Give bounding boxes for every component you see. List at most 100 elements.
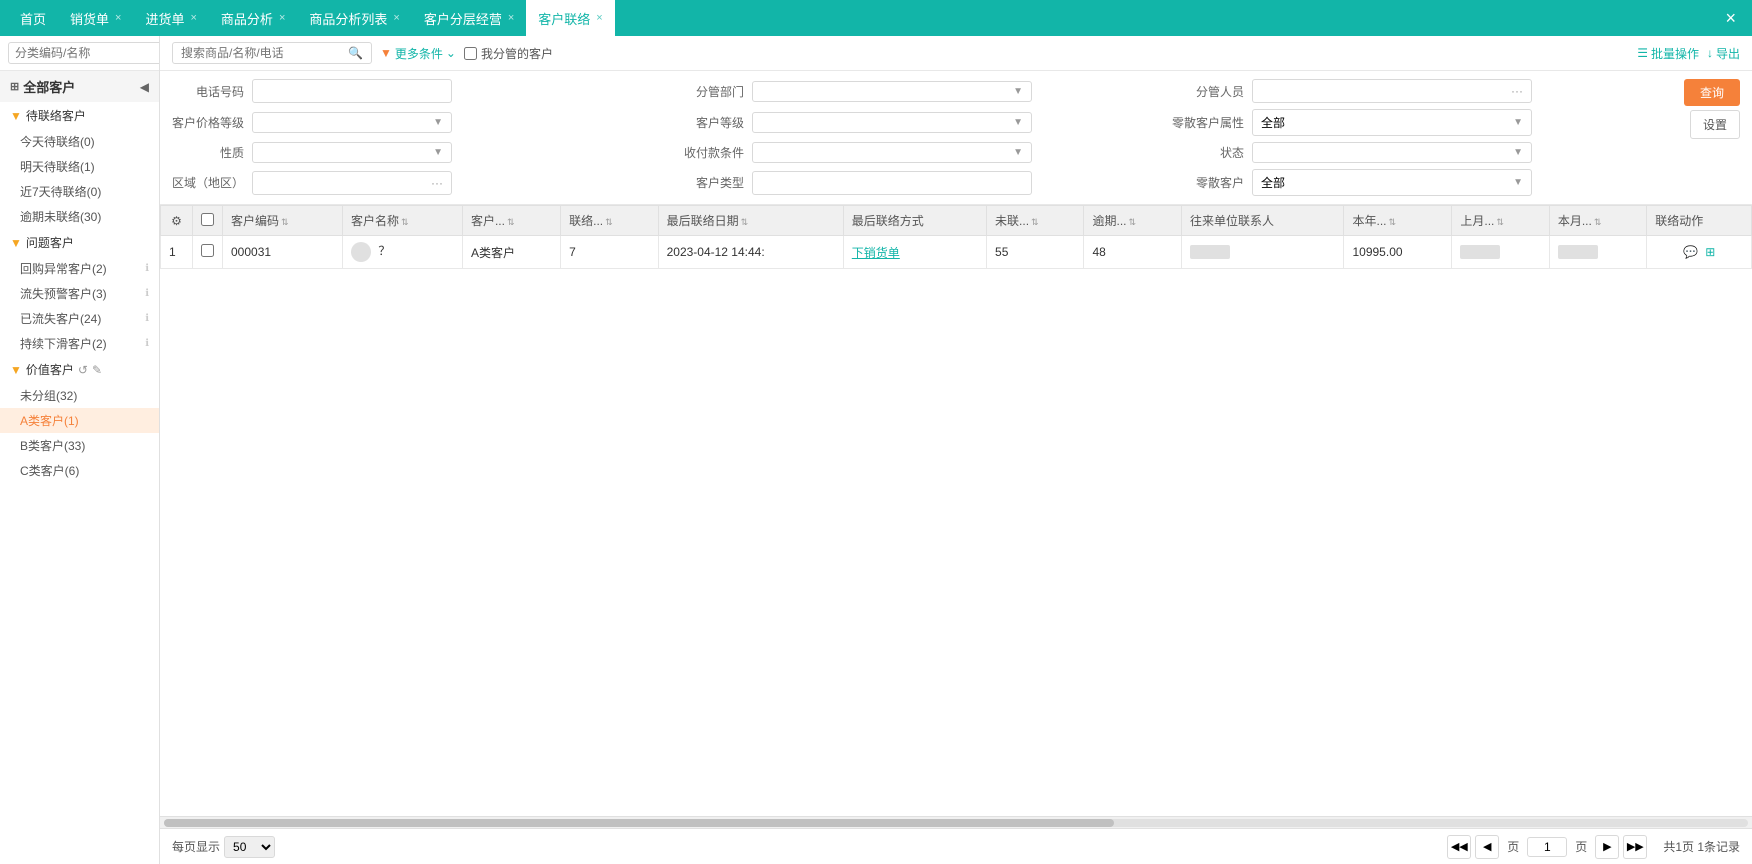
close-customer-tier-icon[interactable]: × <box>508 12 514 24</box>
batch-operation-button[interactable]: ☰ 批量操作 <box>1637 45 1699 62</box>
window-close-button[interactable]: × <box>1717 8 1744 29</box>
prev-page-button[interactable]: ◀ <box>1475 835 1499 859</box>
nav-customer-contact[interactable]: 客户联络 × <box>526 0 614 36</box>
adv-retail-attr-field: 零散客户属性 全部 ▼ <box>1172 109 1672 136</box>
per-page-select[interactable]: 50 100 200 <box>224 836 275 858</box>
th-last-month: 上月...⇅ <box>1452 206 1549 236</box>
nav-customer-tier[interactable]: 客户分层经营 × <box>412 0 526 36</box>
th-contact: 联络...⇅ <box>561 206 658 236</box>
last-page-button[interactable]: ▶▶ <box>1623 835 1647 859</box>
page-number-input[interactable] <box>1527 837 1567 857</box>
scroll-track <box>164 819 1748 827</box>
nav-product-analysis[interactable]: 商品分析 × <box>209 0 297 36</box>
chat-action-icon[interactable]: 💬 <box>1683 245 1698 259</box>
sidebar-item-overdue[interactable]: 逾期未联络(30) <box>0 204 159 229</box>
setting-button[interactable]: 设置 <box>1690 110 1740 139</box>
adv-phone-field: 电话号码 <box>172 79 672 103</box>
manager-input[interactable]: ··· <box>1252 79 1532 103</box>
customer-level-select[interactable]: ▼ <box>752 112 1032 133</box>
info-icon4: ℹ <box>145 338 149 349</box>
close-purchase-icon[interactable]: × <box>190 12 196 24</box>
nature-select[interactable]: ▼ <box>252 142 452 163</box>
close-product-analysis-icon[interactable]: × <box>279 12 285 24</box>
sidebar-item-class-b[interactable]: B类客户(33) <box>0 433 159 458</box>
sidebar-item-tomorrow[interactable]: 明天待联络(1) <box>0 154 159 179</box>
sort-date-icon[interactable]: ⇅ <box>741 217 749 227</box>
sort-thismonth-icon[interactable]: ⇅ <box>1594 217 1602 227</box>
sort-unlinkd-icon[interactable]: ⇅ <box>1031 217 1039 227</box>
sort-lastmonth-icon[interactable]: ⇅ <box>1496 217 1504 227</box>
nav-home[interactable]: 首页 <box>8 0 58 36</box>
select-all-checkbox[interactable] <box>201 213 214 226</box>
first-page-button[interactable]: ◀◀ <box>1447 835 1471 859</box>
query-button[interactable]: 查询 <box>1684 79 1740 106</box>
sidebar-group-pending-header[interactable]: ▼ 待联络客户 <box>0 102 159 129</box>
close-customer-contact-icon[interactable]: × <box>596 12 602 24</box>
more-conditions-button[interactable]: ▼ 更多条件 ⌄ <box>380 45 456 62</box>
sort-year-icon[interactable]: ⇅ <box>1389 217 1397 227</box>
export-button[interactable]: ↓ 导出 <box>1707 45 1740 62</box>
sidebar-item-7days[interactable]: 近7天待联络(0) <box>0 179 159 204</box>
status-select[interactable]: ▼ <box>1252 142 1532 163</box>
my-customer-checkbox[interactable] <box>464 47 477 60</box>
sidebar-item-churn-warning[interactable]: 流失预警客户(3) ℹ <box>0 281 159 306</box>
sidebar-item-repurchase[interactable]: 回购异常客户(2) ℹ <box>0 256 159 281</box>
close-sales-icon[interactable]: × <box>115 12 121 24</box>
row-checkbox[interactable] <box>201 244 214 257</box>
th-action: 联络动作 <box>1647 206 1752 236</box>
sort-name-icon[interactable]: ⇅ <box>401 217 409 227</box>
sort-code-icon[interactable]: ⇅ <box>281 217 289 227</box>
sidebar-group-value-header[interactable]: ▼ 价值客户 ↺ ✎ <box>0 356 159 383</box>
info-icon2: ℹ <box>145 288 149 299</box>
sidebar-item-declining[interactable]: 持续下滑客户(2) ℹ <box>0 331 159 356</box>
customer-type-input[interactable] <box>752 171 1032 195</box>
retail-customer-arrow: ▼ <box>1513 177 1523 188</box>
sidebar-group-problem-header[interactable]: ▼ 问题客户 <box>0 229 159 256</box>
sidebar-item-ungrouped[interactable]: 未分组(32) <box>0 383 159 408</box>
nav-sales[interactable]: 销货单 × <box>58 0 133 36</box>
th-year-amt: 本年...⇅ <box>1344 206 1452 236</box>
sidebar-all-customers[interactable]: ⊞ 全部客户 ◀ <box>0 71 159 102</box>
qr-action-icon[interactable]: ⊞ <box>1705 245 1715 259</box>
th-this-month: 本月...⇅ <box>1549 206 1646 236</box>
payment-select[interactable]: ▼ <box>752 142 1032 163</box>
scroll-thumb[interactable] <box>164 819 1114 827</box>
nav-product-list[interactable]: 商品分析列表 × <box>297 0 411 36</box>
region-input[interactable]: ··· <box>252 171 452 195</box>
nav-purchase[interactable]: 进货单 × <box>133 0 208 36</box>
table-row: 1 000031 ？ A类客户 7 2023-04-12 14:44: 下销货单 <box>161 236 1752 269</box>
dept-select[interactable]: ▼ <box>752 81 1032 102</box>
next-page-button[interactable]: ▶ <box>1595 835 1619 859</box>
sidebar-item-class-a[interactable]: A类客户(1) <box>0 408 159 433</box>
th-settings[interactable]: ⚙ <box>161 206 193 236</box>
close-product-list-icon[interactable]: × <box>393 12 399 24</box>
sidebar-search-input[interactable] <box>8 42 160 64</box>
retail-attr-select[interactable]: 全部 ▼ <box>1252 109 1532 136</box>
main-search-icon[interactable]: 🔍 <box>348 46 363 60</box>
sidebar-item-churned[interactable]: 已流失客户(24) ℹ <box>0 306 159 331</box>
adv-customer-level-field: 客户等级 ▼ <box>672 112 1172 133</box>
phone-input[interactable] <box>252 79 452 103</box>
main-search-input[interactable] <box>181 46 348 60</box>
my-customer-filter[interactable]: 我分管的客户 <box>464 45 553 62</box>
sidebar-item-class-c[interactable]: C类客户(6) <box>0 458 159 483</box>
adv-payment-field: 收付款条件 ▼ <box>672 142 1172 163</box>
sidebar-collapse-button[interactable]: ◀ <box>140 80 149 94</box>
sort-overdue-icon[interactable]: ⇅ <box>1129 217 1137 227</box>
th-checkbox[interactable] <box>193 206 223 236</box>
dept-select-arrow: ▼ <box>1013 86 1023 97</box>
horizontal-scrollbar[interactable] <box>160 816 1752 828</box>
last-method-link[interactable]: 下销货单 <box>852 246 900 260</box>
price-level-select[interactable]: ▼ <box>252 112 452 133</box>
top-nav: 首页 销货单 × 进货单 × 商品分析 × 商品分析列表 × 客户分层经营 × … <box>0 0 1752 36</box>
sort-type-icon[interactable]: ⇅ <box>507 217 515 227</box>
refresh-icon[interactable]: ↺ <box>78 363 88 377</box>
cell-check[interactable] <box>193 236 223 269</box>
sidebar-item-today[interactable]: 今天待联络(0) <box>0 129 159 154</box>
sort-contact-icon[interactable]: ⇅ <box>605 217 613 227</box>
grid-icon: ⊞ <box>10 80 19 93</box>
retail-customer-select[interactable]: 全部 ▼ <box>1252 169 1532 196</box>
cell-this-month <box>1549 236 1646 269</box>
edit-icon[interactable]: ✎ <box>92 363 102 377</box>
export-icon: ↓ <box>1707 46 1713 60</box>
